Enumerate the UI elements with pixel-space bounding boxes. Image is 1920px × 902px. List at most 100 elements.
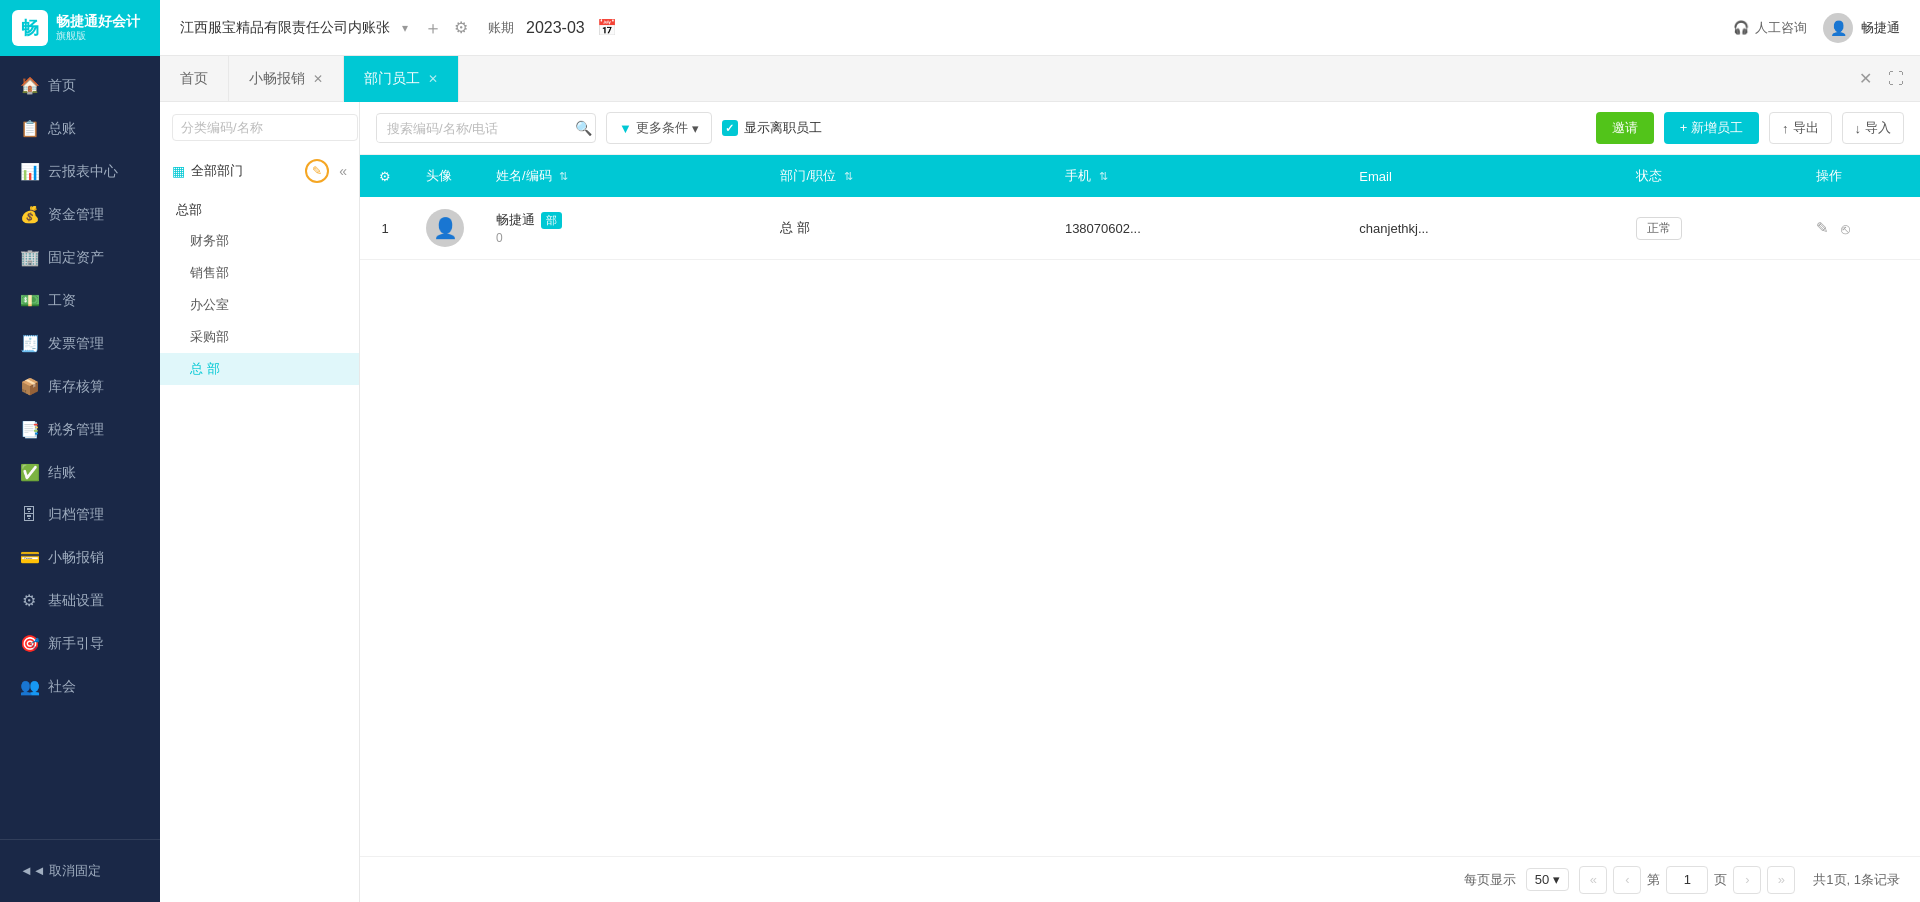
sidebar-item-archive[interactable]: 🗄 归档管理 [0, 494, 160, 536]
funds-icon: 💰 [20, 205, 38, 224]
root-dept-label[interactable]: 总部 [160, 195, 359, 225]
export-button[interactable]: ↑ 导出 [1769, 112, 1832, 144]
support-button[interactable]: 🎧 人工咨询 [1733, 19, 1807, 37]
cancel-fixed-button[interactable]: ◄◄ 取消固定 [0, 852, 160, 890]
row-phone: 138070602... [1049, 197, 1343, 260]
all-dept-label: 全部部门 [191, 162, 299, 180]
sidebar-item-salary[interactable]: 💵 工资 [0, 279, 160, 322]
expense-icon: 💳 [20, 548, 38, 567]
sidebar-item-guide[interactable]: 🎯 新手引导 [0, 622, 160, 665]
tab-expense-close-icon[interactable]: ✕ [313, 72, 323, 86]
import-button[interactable]: ↓ 导入 [1842, 112, 1905, 144]
sidebar-item-home[interactable]: 🏠 首页 [0, 64, 160, 107]
col-dept[interactable]: 部门/职位 ⇅ [764, 155, 1048, 197]
topbar-right: 🎧 人工咨询 👤 畅捷通 [1733, 13, 1900, 43]
tab-department-close-icon[interactable]: ✕ [428, 72, 438, 86]
user-name: 畅捷通 [1861, 19, 1900, 37]
col-email: Email [1343, 155, 1620, 197]
sidebar-item-inventory[interactable]: 📦 库存核算 [0, 365, 160, 408]
sidebar-item-label: 总账 [48, 120, 76, 138]
collapse-icon[interactable]: « [339, 163, 347, 179]
period-value[interactable]: 2023-03 [526, 19, 585, 37]
page-label-pre: 第 [1647, 871, 1660, 889]
sidebar-item-report[interactable]: 📊 云报表中心 [0, 150, 160, 193]
add-employee-button[interactable]: + 新增员工 [1664, 112, 1759, 144]
gear-icon[interactable]: ⚙ [454, 18, 468, 37]
tree-item-office[interactable]: 办公室 [160, 289, 359, 321]
row-dept: 总 部 [764, 197, 1048, 260]
export-icon: ↑ [1782, 121, 1789, 136]
show-resigned-checkbox[interactable] [722, 120, 738, 136]
dept-search-input[interactable] [172, 114, 358, 141]
invoice-icon: 🧾 [20, 334, 38, 353]
grid-icon: ▦ [172, 163, 185, 179]
employee-search-input[interactable] [377, 115, 565, 142]
per-page-chevron-icon: ▾ [1553, 872, 1560, 887]
last-page-button[interactable]: » [1767, 866, 1795, 894]
per-page-select[interactable]: 50 ▾ [1526, 868, 1569, 891]
main-area: 江西服宝精品有限责任公司内账张 ▾ ＋ ⚙ 账期 2023-03 📅 🎧 人工咨… [160, 0, 1920, 902]
sidebar-item-label: 基础设置 [48, 592, 104, 610]
filter-button[interactable]: ▼ 更多条件 ▾ [606, 112, 712, 144]
archive-icon: 🗄 [20, 506, 38, 524]
invite-button[interactable]: 邀请 [1596, 112, 1654, 144]
col-name[interactable]: 姓名/编码 ⇅ [480, 155, 764, 197]
tab-expense[interactable]: 小畅报销 ✕ [229, 56, 344, 102]
home-icon: 🏠 [20, 76, 38, 95]
tab-home-label: 首页 [180, 70, 208, 88]
avatar: 👤 [1823, 13, 1853, 43]
sidebar-bottom: ◄◄ 取消固定 [0, 839, 160, 902]
expand-icon[interactable]: ⛶ [1884, 66, 1908, 92]
tree-item-purchase[interactable]: 采购部 [160, 321, 359, 353]
page-number-input[interactable] [1666, 866, 1708, 894]
employee-toolbar: 🔍 ▼ 更多条件 ▾ 显示离职员工 邀请 + 新增员工 ↑ 导出 [360, 102, 1920, 155]
logout-icon[interactable]: ⎋ [1841, 220, 1850, 237]
company-dropdown-icon[interactable]: ▾ [402, 21, 408, 35]
close-window-icon[interactable]: ✕ [1855, 65, 1876, 92]
sidebar-item-label: 小畅报销 [48, 549, 104, 567]
all-dept-row[interactable]: ▦ 全部部门 ✎ « [160, 151, 359, 191]
edit-dept-icon[interactable]: ✎ [305, 159, 329, 183]
calendar-icon[interactable]: 📅 [597, 18, 617, 37]
user-info[interactable]: 👤 畅捷通 [1823, 13, 1900, 43]
sidebar-item-label: 首页 [48, 77, 76, 95]
col-settings[interactable]: ⚙ [360, 155, 410, 197]
sidebar-item-social[interactable]: 👥 社会 [0, 665, 160, 708]
sidebar-item-ledger[interactable]: 📋 总账 [0, 107, 160, 150]
sidebar-item-label: 社会 [48, 678, 76, 696]
logo-icon: 畅 [12, 10, 48, 46]
per-page-value: 50 [1535, 872, 1549, 887]
edit-icon[interactable]: ✎ [1816, 219, 1829, 237]
tree-item-general[interactable]: 总 部 [160, 353, 359, 385]
tree-item-sales[interactable]: 销售部 [160, 257, 359, 289]
sidebar-item-funds[interactable]: 💰 资金管理 [0, 193, 160, 236]
employee-code: 0 [496, 231, 748, 245]
tab-home[interactable]: 首页 [160, 56, 229, 102]
page-label-post: 页 [1714, 871, 1727, 889]
content-area: 🔍 ▦ 全部部门 ✎ « 总部 财务部 销售部 办公室 采购部 总 部 [160, 102, 1920, 902]
headset-icon: 🎧 [1733, 20, 1749, 35]
add-company-icon[interactable]: ＋ [424, 16, 442, 40]
sidebar-item-label: 归档管理 [48, 506, 104, 524]
prev-page-button[interactable]: ‹ [1613, 866, 1641, 894]
sidebar-item-settings[interactable]: ⚙ 基础设置 [0, 579, 160, 622]
sidebar-item-settle[interactable]: ✅ 结账 [0, 451, 160, 494]
tree-item-finance[interactable]: 财务部 [160, 225, 359, 257]
tab-department[interactable]: 部门员工 ✕ [344, 56, 459, 102]
first-page-button[interactable]: « [1579, 866, 1607, 894]
status-badge: 正常 [1636, 217, 1682, 240]
sidebar-item-expense[interactable]: 💳 小畅报销 [0, 536, 160, 579]
sidebar-item-assets[interactable]: 🏢 固定资产 [0, 236, 160, 279]
sidebar: 畅 畅捷通好会计 旗舰版 🏠 首页 📋 总账 📊 云报表中心 💰 资金管理 🏢 … [0, 0, 160, 902]
next-page-button[interactable]: › [1733, 866, 1761, 894]
show-resigned-toggle[interactable]: 显示离职员工 [722, 119, 822, 137]
cancel-fixed-label: ◄◄ 取消固定 [20, 862, 101, 880]
export-label: 导出 [1793, 119, 1819, 137]
sidebar-item-invoice[interactable]: 🧾 发票管理 [0, 322, 160, 365]
import-icon: ↓ [1855, 121, 1862, 136]
search-icon[interactable]: 🔍 [565, 114, 596, 142]
employee-table: ⚙ 头像 姓名/编码 ⇅ 部门/职位 ⇅ 手机 [360, 155, 1920, 260]
col-phone[interactable]: 手机 ⇅ [1049, 155, 1343, 197]
row-status-cell: 正常 [1620, 197, 1800, 260]
sidebar-item-tax[interactable]: 📑 税务管理 [0, 408, 160, 451]
